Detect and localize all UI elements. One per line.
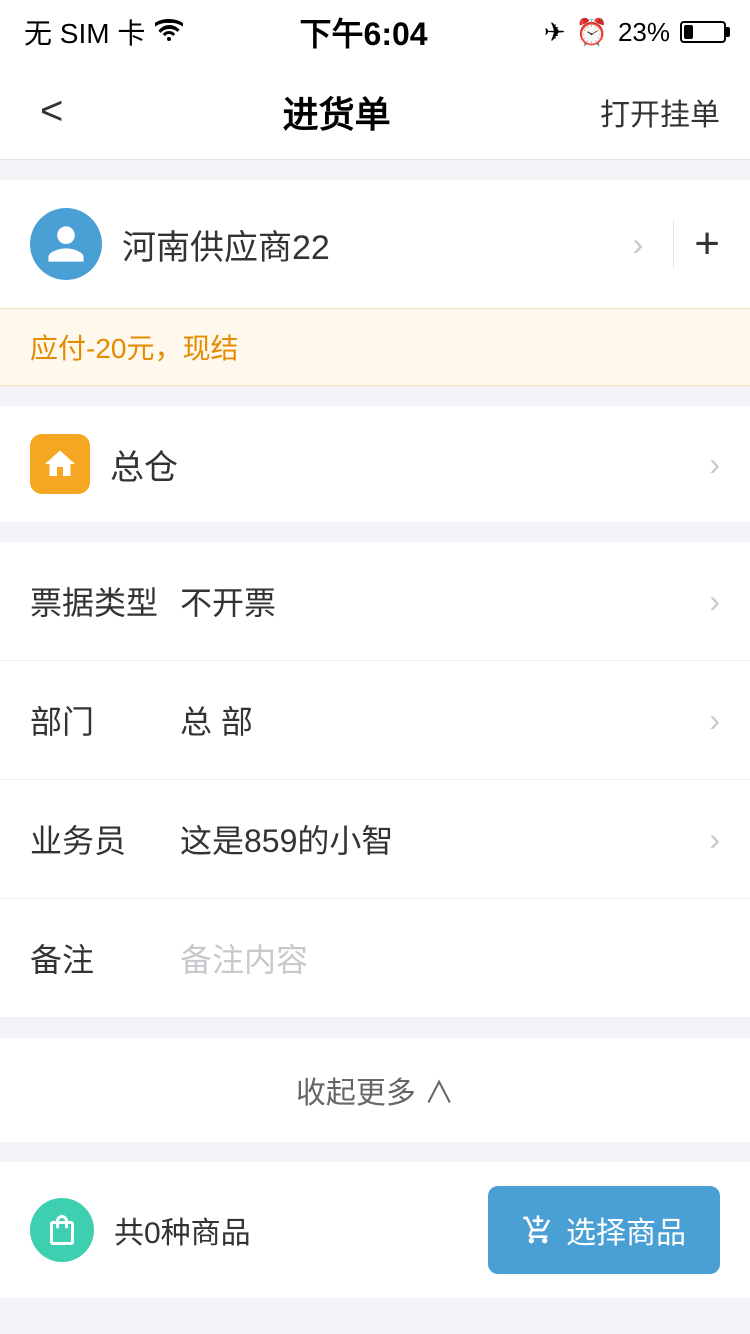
product-count-text: 共0种商品	[114, 1208, 251, 1252]
add-button[interactable]: +	[694, 219, 720, 269]
shopping-bag-icon	[44, 1212, 80, 1248]
supplier-avatar	[30, 208, 102, 280]
carrier-text: 无 SIM 卡	[24, 12, 145, 52]
department-row[interactable]: 部门 总 部 ›	[0, 661, 750, 780]
supplier-name: 河南供应商22	[122, 220, 633, 269]
status-left: 无 SIM 卡	[24, 12, 183, 52]
notice-bar: 应付-20元，现结	[0, 308, 750, 386]
battery-indicator	[680, 21, 726, 43]
open-pending-button[interactable]: 打开挂单	[600, 90, 720, 134]
nav-bar: < 进货单 打开挂单	[0, 64, 750, 160]
invoice-type-row[interactable]: 票据类型 不开票 ›	[0, 542, 750, 661]
warehouse-name: 总仓	[110, 440, 709, 489]
select-product-button[interactable]: 选择商品	[488, 1186, 720, 1274]
remarks-row[interactable]: 备注 备注内容	[0, 899, 750, 1017]
home-icon	[42, 446, 78, 482]
select-product-icon	[522, 1214, 554, 1246]
location-icon: ✈	[544, 17, 566, 48]
gap-2	[0, 386, 750, 406]
invoice-type-label: 票据类型	[30, 578, 160, 624]
warehouse-icon	[30, 434, 90, 494]
salesperson-label: 业务员	[30, 816, 160, 862]
alarm-icon: ⏰	[576, 17, 608, 48]
remarks-input[interactable]: 备注内容	[160, 935, 720, 981]
salesperson-row[interactable]: 业务员 这是859的小智 ›	[0, 780, 750, 899]
status-time: 下午6:04	[300, 9, 428, 55]
battery-percent: 23%	[618, 17, 670, 48]
product-count-icon	[30, 1198, 94, 1262]
select-product-label: 选择商品	[566, 1208, 686, 1252]
bottom-bar: 共0种商品 选择商品	[0, 1162, 750, 1298]
notice-text: 应付-20元，现结	[30, 333, 238, 364]
remarks-label: 备注	[30, 935, 160, 981]
salesperson-value: 这是859的小智	[160, 816, 709, 862]
invoice-type-value: 不开票	[160, 578, 709, 624]
department-chevron-icon: ›	[709, 702, 720, 739]
wifi-icon	[155, 16, 183, 48]
supplier-section: 河南供应商22 › + 应付-20元，现结	[0, 180, 750, 386]
warehouse-chevron-icon: ›	[709, 446, 720, 483]
department-value: 总 部	[160, 697, 709, 743]
status-bar: 无 SIM 卡 下午6:04 ✈ ⏰ 23%	[0, 0, 750, 64]
user-icon	[44, 222, 88, 266]
department-label: 部门	[30, 697, 160, 743]
back-button[interactable]: <	[30, 79, 73, 144]
product-count-section: 共0种商品	[30, 1198, 251, 1262]
warehouse-section: 总仓 ›	[0, 406, 750, 522]
warehouse-row[interactable]: 总仓 ›	[0, 406, 750, 522]
collapse-button[interactable]: 收起更多 ∧	[0, 1037, 750, 1142]
salesperson-chevron-icon: ›	[709, 821, 720, 858]
supplier-chevron-icon: ›	[633, 226, 644, 263]
supplier-row[interactable]: 河南供应商22 › +	[0, 180, 750, 308]
collapse-label: 收起更多 ∧	[296, 1077, 454, 1110]
invoice-type-chevron-icon: ›	[709, 583, 720, 620]
gap-1	[0, 160, 750, 180]
page-title: 进货单	[283, 86, 391, 138]
status-right: ✈ ⏰ 23%	[544, 17, 726, 48]
form-section: 票据类型 不开票 › 部门 总 部 › 业务员 这是859的小智 › 备注 备注…	[0, 542, 750, 1017]
vertical-divider	[673, 219, 674, 269]
